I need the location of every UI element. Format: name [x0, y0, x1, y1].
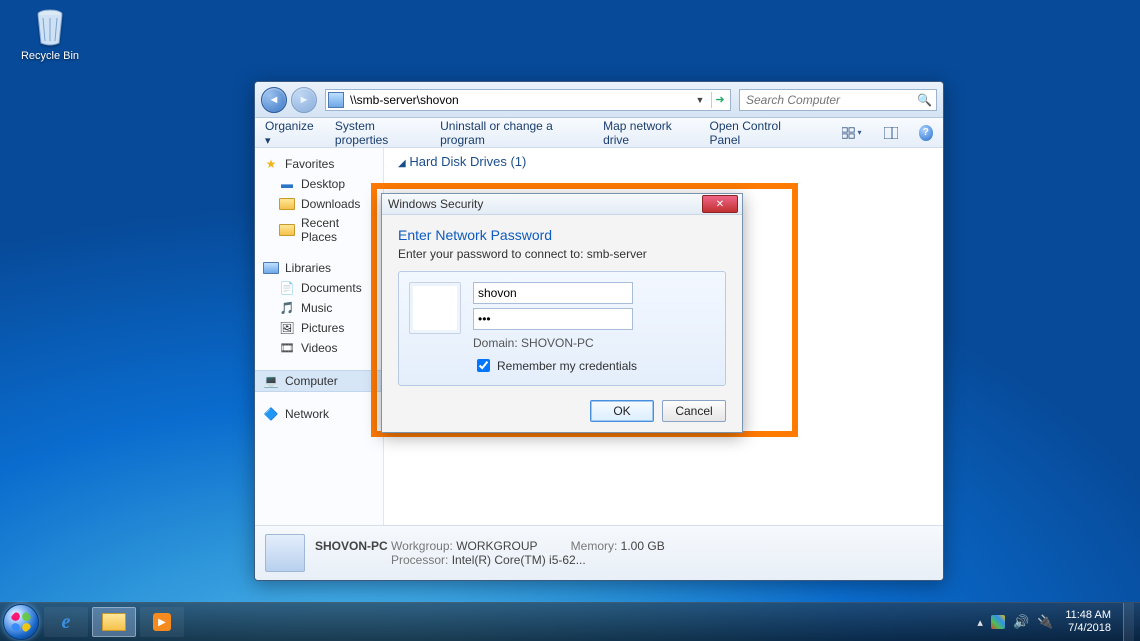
- address-bar[interactable]: ▼ ➜: [325, 89, 731, 111]
- recent-icon: [279, 222, 295, 238]
- computer-icon: [328, 92, 344, 108]
- windows-security-dialog: Windows Security ✕ Enter Network Passwor…: [381, 193, 743, 433]
- sidebar-item-music[interactable]: 🎵Music: [255, 298, 383, 318]
- sidebar-item-network[interactable]: 🔷Network: [255, 404, 383, 424]
- go-button[interactable]: ➜: [711, 92, 728, 108]
- network-tray-icon[interactable]: 🔌: [1037, 614, 1053, 630]
- sidebar-item-documents[interactable]: 📄Documents: [255, 278, 383, 298]
- tray-overflow-icon[interactable]: ▴: [977, 616, 983, 629]
- back-button[interactable]: ◄: [261, 87, 287, 113]
- recycle-bin-label: Recycle Bin: [20, 50, 80, 62]
- recycle-bin-icon: [29, 6, 71, 48]
- dialog-title: Windows Security: [388, 197, 483, 211]
- volume-icon[interactable]: 🔊: [1013, 614, 1029, 630]
- start-button[interactable]: [0, 603, 42, 641]
- sidebar-item-recent[interactable]: Recent Places: [255, 214, 383, 246]
- sidebar-item-pictures[interactable]: 🖼Pictures: [255, 318, 383, 338]
- recycle-bin[interactable]: Recycle Bin: [20, 6, 80, 62]
- address-dropdown[interactable]: ▼: [693, 95, 707, 105]
- taskbar-wmp[interactable]: ▶: [140, 607, 184, 637]
- sidebar-item-videos[interactable]: 🎞Videos: [255, 338, 383, 358]
- uninstall-program[interactable]: Uninstall or change a program: [440, 119, 585, 147]
- status-thumbnail-icon: [265, 534, 305, 572]
- start-orb-icon: [3, 604, 39, 640]
- taskbar-explorer[interactable]: [92, 607, 136, 637]
- explorer-toolbar: Organize ▾ System properties Uninstall o…: [255, 118, 943, 148]
- ok-button[interactable]: OK: [590, 400, 654, 422]
- desktop-icon: ▬: [279, 176, 295, 192]
- documents-icon: 📄: [279, 280, 295, 296]
- explorer-sidebar: ★Favorites ▬Desktop Downloads Recent Pla…: [255, 148, 384, 525]
- address-input[interactable]: [348, 92, 689, 108]
- system-properties[interactable]: System properties: [335, 119, 422, 147]
- status-computer-name: SHOVON-PC: [315, 539, 388, 553]
- explorer-nav-bar: ◄ ► ▼ ➜ 🔍: [255, 82, 943, 118]
- media-player-icon: ▶: [153, 613, 171, 631]
- forward-button[interactable]: ►: [291, 87, 317, 113]
- libraries-group[interactable]: Libraries: [255, 258, 383, 278]
- search-box[interactable]: 🔍: [739, 89, 937, 111]
- remember-credentials[interactable]: Remember my credentials: [473, 356, 715, 375]
- password-input[interactable]: [473, 308, 633, 330]
- domain-label: Domain: SHOVON-PC: [473, 336, 715, 350]
- sidebar-item-downloads[interactable]: Downloads: [255, 194, 383, 214]
- remember-checkbox[interactable]: [477, 359, 490, 372]
- help-icon[interactable]: ?: [919, 125, 933, 141]
- dialog-subtext: Enter your password to connect to: smb-s…: [398, 247, 726, 261]
- favorites-group[interactable]: ★Favorites: [255, 154, 383, 174]
- credentials-box: Domain: SHOVON-PC Remember my credential…: [398, 271, 726, 386]
- ie-icon: e: [62, 611, 71, 634]
- action-center-icon[interactable]: [991, 615, 1005, 629]
- organize-menu[interactable]: Organize ▾: [265, 119, 317, 147]
- view-options-icon[interactable]: ▾: [841, 122, 863, 144]
- explorer-statusbar: SHOVON-PC Workgroup: WORKGROUP Memory: 1…: [255, 525, 943, 580]
- dialog-close-button[interactable]: ✕: [702, 195, 738, 213]
- taskbar-clock[interactable]: 11:48 AM 7/4/2018: [1061, 609, 1115, 635]
- star-icon: ★: [263, 156, 279, 172]
- dialog-heading: Enter Network Password: [398, 227, 726, 243]
- downloads-icon: [279, 196, 295, 212]
- search-input[interactable]: [744, 92, 917, 108]
- videos-icon: 🎞: [279, 340, 295, 356]
- map-network-drive[interactable]: Map network drive: [603, 119, 691, 147]
- username-input[interactable]: [473, 282, 633, 304]
- system-tray: ▴ 🔊 🔌 11:48 AM 7/4/2018: [971, 603, 1140, 641]
- user-picture-icon: [409, 282, 461, 334]
- cancel-button[interactable]: Cancel: [662, 400, 726, 422]
- taskbar-ie[interactable]: e: [44, 607, 88, 637]
- computer-nav-icon: 💻: [263, 373, 279, 389]
- folder-icon: [102, 613, 126, 631]
- open-control-panel[interactable]: Open Control Panel: [710, 119, 805, 147]
- taskbar: e ▶ ▴ 🔊 🔌 11:48 AM 7/4/2018: [0, 602, 1140, 641]
- music-icon: 🎵: [279, 300, 295, 316]
- sidebar-item-desktop[interactable]: ▬Desktop: [255, 174, 383, 194]
- pictures-icon: 🖼: [279, 320, 295, 336]
- network-icon: 🔷: [263, 406, 279, 422]
- show-desktop-button[interactable]: [1123, 603, 1134, 641]
- libraries-icon: [263, 260, 279, 276]
- hdd-heading[interactable]: ◢ Hard Disk Drives (1): [398, 154, 929, 169]
- search-icon: 🔍: [917, 93, 932, 107]
- preview-pane-icon[interactable]: [881, 122, 901, 144]
- sidebar-item-computer[interactable]: 💻Computer: [255, 370, 383, 392]
